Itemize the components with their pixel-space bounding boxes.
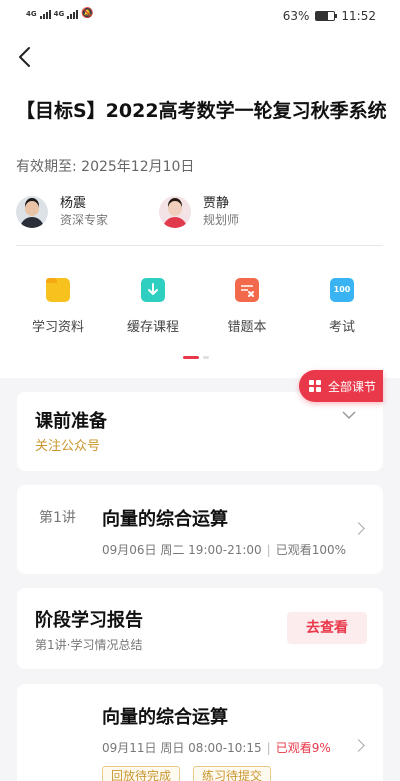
grid-icon [309,380,321,392]
pre-class-title: 课前准备 [35,411,107,432]
course-title: 【目标S】2022高考数学一轮复习秋季系统 [16,100,387,122]
exam-icon: 100 [330,278,354,302]
chevron-right-icon [352,739,365,752]
avatar [16,196,48,228]
lesson-card[interactable]: 第1讲 向量的综合运算 09月06日 周二 19:00-21:00 | 已观看100… [17,485,383,574]
download-icon [141,278,165,302]
quick-action-exam[interactable]: 100 考试 [302,278,382,335]
lesson-meta: 09月11日 周日 08:00-10:15 | 已观看9% [102,741,331,755]
teacher-card[interactable]: 杨震 资深专家 [16,196,108,228]
lesson-number: 第1讲 [39,510,76,526]
status-tag: 练习待提交 [193,766,272,781]
status-bar: 4G 4G 🔕 63% 11:52 [0,0,400,32]
teacher-role: 规划师 [203,213,240,227]
pre-class-card[interactable]: 课前准备 关注公众号 [17,392,383,471]
back-arrow-icon[interactable] [14,44,38,70]
battery-icon [315,11,338,21]
report-title: 阶段学习报告 [35,610,143,631]
quick-action-label: 错题本 [227,320,267,335]
page-indicator [183,356,209,359]
quick-action-materials[interactable]: 学习资料 [18,278,98,335]
clock: 11:52 [341,9,376,23]
quick-action-label: 缓存课程 [126,320,179,335]
signal-icon [67,9,79,19]
lesson-title: 向量的综合运算 [102,707,228,728]
lesson-progress: 已观看100% [275,543,347,557]
chevron-down-icon[interactable] [342,410,356,420]
exam-icon-badge: 100 [333,285,351,294]
avatar [159,196,191,228]
chevron-right-icon [352,522,365,535]
quick-action-cache[interactable]: 缓存课程 [113,278,193,335]
quick-action-label: 考试 [328,320,355,335]
teacher-name: 贾静 [203,196,230,211]
lesson-schedule: 09月11日 周日 08:00-10:15 [102,741,262,755]
network-label-1: 4G [26,9,37,18]
signal-indicators: 4G 4G 🔕 [26,8,94,19]
teacher-role: 资深专家 [60,213,109,227]
divider [16,245,383,246]
pre-class-subtitle: 关注公众号 [35,439,101,454]
lesson-card[interactable]: 向量的综合运算 09月11日 周日 08:00-10:15 | 已观看9% 回放待完… [17,684,383,781]
signal-icon [39,9,51,19]
status-tag: 回放待完成 [102,766,181,781]
teacher-name: 杨震 [60,196,87,211]
quick-action-wrong-book[interactable]: 错题本 [207,278,287,335]
mute-icon: 🔕 [81,8,94,19]
all-lessons-label: 全部课节 [328,379,377,394]
lesson-progress: 已观看9% [275,741,331,755]
quick-action-label: 学习资料 [31,320,84,335]
all-lessons-button[interactable]: 全部课节 [299,370,383,402]
wrong-book-icon [235,278,259,302]
report-subtitle: 第1讲·学习情况总结 [35,638,143,652]
lesson-schedule: 09月06日 周二 19:00-21:00 [102,543,262,557]
network-label-2: 4G [53,9,65,18]
battery-percent: 63% [282,9,310,23]
lesson-meta: 09月06日 周二 19:00-21:00 | 已观看100% [102,543,347,557]
report-card[interactable]: 阶段学习报告 第1讲·学习情况总结 去查看 [17,588,383,669]
folder-icon [46,278,70,302]
course-validity: 有效期至: 2025年12月10日 [16,159,195,175]
view-report-button[interactable]: 去查看 [287,612,367,644]
teacher-card[interactable]: 贾静 规划师 [159,196,239,228]
lesson-title: 向量的综合运算 [102,509,228,530]
